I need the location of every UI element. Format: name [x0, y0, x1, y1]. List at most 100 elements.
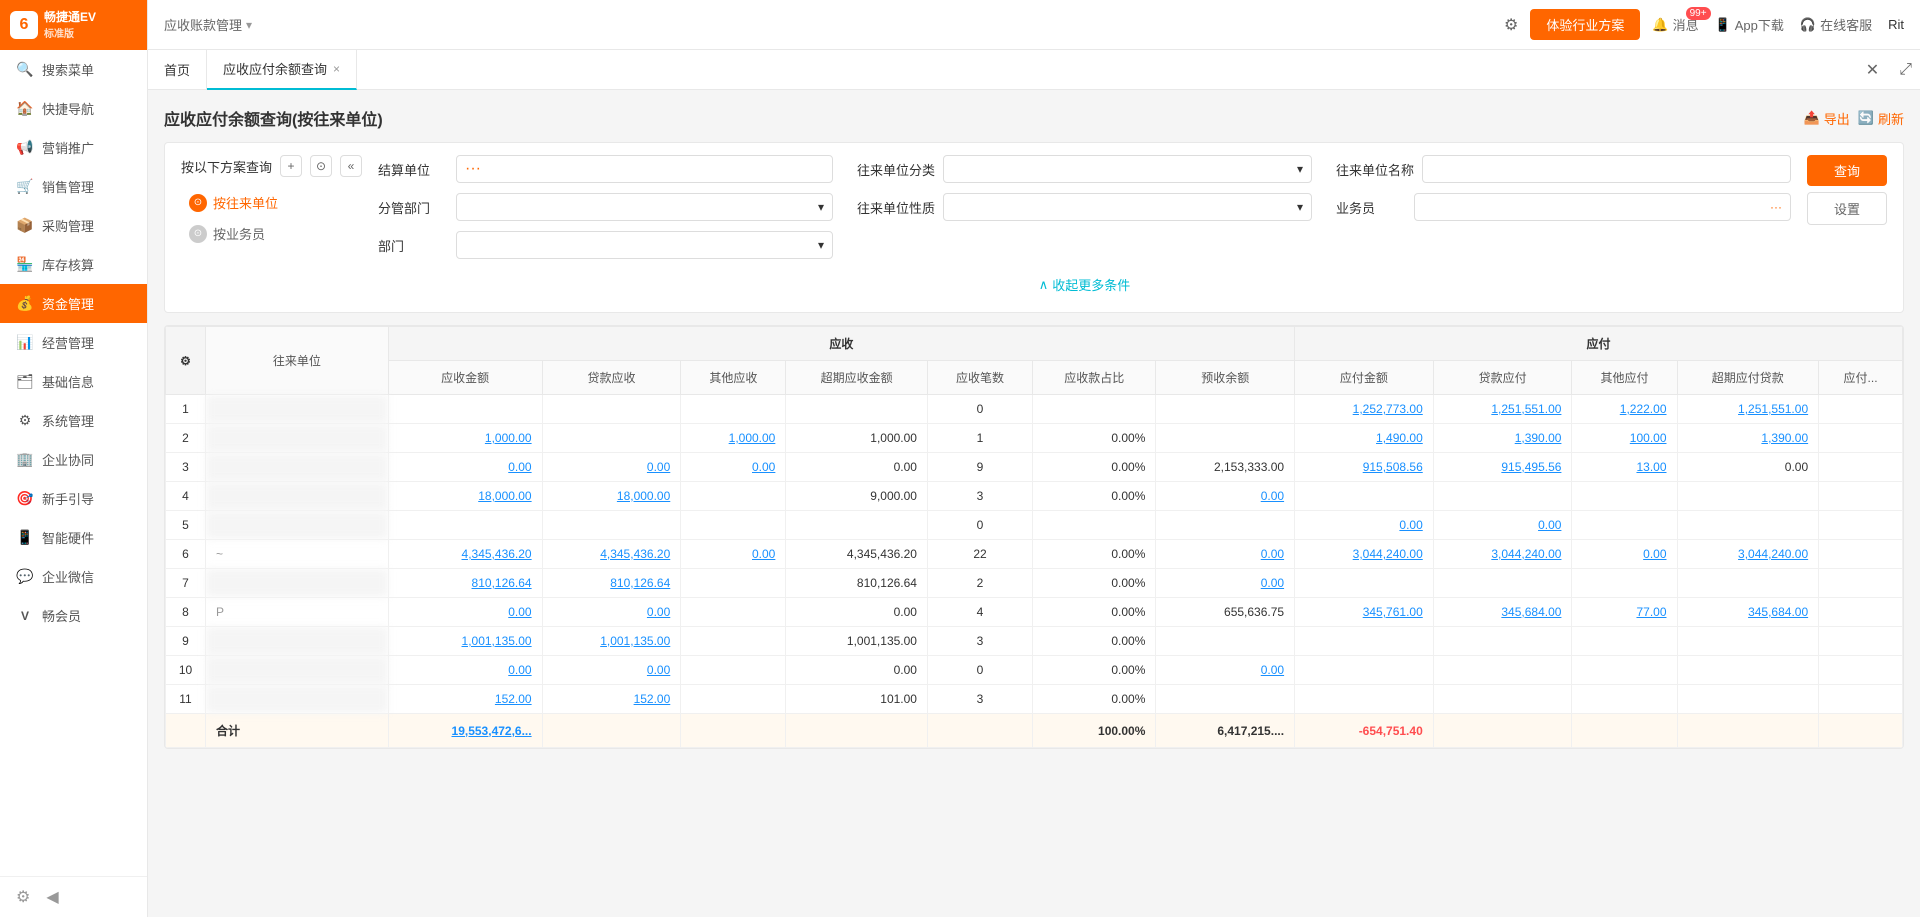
sidebar-item-search[interactable]: 🔍 搜索菜单: [0, 50, 147, 89]
row-other-ap[interactable]: 77.00: [1572, 598, 1677, 627]
close-all-tabs-icon[interactable]: ✕: [1854, 60, 1891, 80]
col-other-ar: 其他应收: [681, 361, 786, 395]
row-other-ap[interactable]: 100.00: [1572, 424, 1677, 453]
row-other-ar[interactable]: 0.00: [681, 540, 786, 569]
sidebar-item-member[interactable]: V 畅会员: [0, 596, 147, 635]
row-ar-amount[interactable]: 0.00: [388, 598, 542, 627]
row-ar-amount[interactable]: 810,126.64: [388, 569, 542, 598]
salesperson-input[interactable]: ···: [1414, 193, 1791, 221]
partner-nature-input[interactable]: ▾: [943, 193, 1312, 221]
row-loan-ap[interactable]: 1,251,551.00: [1433, 395, 1572, 424]
row-other-ap[interactable]: 0.00: [1572, 540, 1677, 569]
export-button[interactable]: 📤 导出: [1804, 109, 1850, 128]
tab-close-icon[interactable]: ×: [333, 62, 340, 76]
row-ar-amount[interactable]: 152.00: [388, 685, 542, 714]
sidebar-item-wechat[interactable]: 💬 企业微信: [0, 557, 147, 596]
partner-category-input[interactable]: ▾: [943, 155, 1312, 183]
row-overdue-ap[interactable]: 3,044,240.00: [1677, 540, 1819, 569]
row-loan-ap[interactable]: 345,684.00: [1433, 598, 1572, 627]
row-ap-amount[interactable]: 0.00: [1295, 511, 1434, 540]
sidebar-item-management[interactable]: 📊 经营管理: [0, 323, 147, 362]
row-advance: 2,153,333.00: [1156, 453, 1295, 482]
sidebar-item-inventory[interactable]: 🏪 库存核算: [0, 245, 147, 284]
row-ar-ratio: 0.00%: [1033, 453, 1156, 482]
sidebar-item-marketing[interactable]: 📢 营销推广: [0, 128, 147, 167]
online-service-button[interactable]: 🎧 在线客服: [1800, 15, 1872, 34]
row-loan-ap[interactable]: 915,495.56: [1433, 453, 1572, 482]
row-advance[interactable]: 0.00: [1156, 569, 1295, 598]
row-loan-ar[interactable]: 152.00: [542, 685, 681, 714]
row-loan-ar[interactable]: 18,000.00: [542, 482, 681, 511]
logo-icon: 6: [10, 11, 38, 39]
row-other-ar[interactable]: 1,000.00: [681, 424, 786, 453]
row-loan-ar[interactable]: 0.00: [542, 656, 681, 685]
sidebar-item-guide[interactable]: 🎯 新手引导: [0, 479, 147, 518]
row-loan-ar[interactable]: 0.00: [542, 598, 681, 627]
footer-ar-total[interactable]: 19,553,472,6...: [388, 714, 542, 748]
row-loan-ap[interactable]: 0.00: [1433, 511, 1572, 540]
row-overdue-ap[interactable]: 1,390.00: [1677, 424, 1819, 453]
row-ar-amount[interactable]: 4,345,436.20: [388, 540, 542, 569]
promo-button[interactable]: 体验行业方案: [1530, 9, 1640, 40]
row-ap-amount[interactable]: 345,761.00: [1295, 598, 1434, 627]
collapse-icon[interactable]: ◀: [46, 887, 58, 907]
branch-dept-input[interactable]: ▾: [456, 193, 833, 221]
settings-icon[interactable]: ⚙: [16, 887, 30, 907]
sidebar-item-quicknav[interactable]: 🏠 快捷导航: [0, 89, 147, 128]
row-ar-amount[interactable]: 0.00: [388, 656, 542, 685]
edit-scheme-button[interactable]: ⊙: [310, 155, 332, 177]
sidebar-item-sales[interactable]: 🛒 销售管理: [0, 167, 147, 206]
sidebar-item-finance[interactable]: 💰 资金管理: [0, 284, 147, 323]
sidebar-item-hardware[interactable]: 📱 智能硬件: [0, 518, 147, 557]
footer-overdue-ar: [786, 714, 928, 748]
user-avatar-button[interactable]: Rit: [1888, 17, 1904, 32]
row-no: 11: [166, 685, 206, 714]
row-loan-ap[interactable]: 1,390.00: [1433, 424, 1572, 453]
dept-input[interactable]: ▾: [456, 231, 833, 259]
tab-ar-ap[interactable]: 应收应付余额查询 ×: [207, 50, 357, 90]
collapse-more-button[interactable]: ∧ 收起更多条件: [378, 269, 1791, 300]
add-scheme-button[interactable]: +: [280, 155, 302, 177]
sidebar-item-basic[interactable]: 🗂 基础信息: [0, 362, 147, 401]
table-settings-icon[interactable]: ⚙: [180, 354, 191, 368]
scheme-by-unit[interactable]: ⊙ 按往来单位: [181, 189, 362, 216]
settings-button[interactable]: 设置: [1807, 192, 1887, 225]
row-advance[interactable]: 0.00: [1156, 540, 1295, 569]
app-download-button[interactable]: 📱 App下载: [1715, 15, 1784, 34]
row-loan-ap[interactable]: 3,044,240.00: [1433, 540, 1572, 569]
partner-name-input[interactable]: [1422, 155, 1791, 183]
expand-tabs-icon[interactable]: ⤢: [1891, 61, 1920, 79]
row-ap-amount[interactable]: 1,252,773.00: [1295, 395, 1434, 424]
row-overdue-ap[interactable]: 345,684.00: [1677, 598, 1819, 627]
row-ar-amount[interactable]: 18,000.00: [388, 482, 542, 511]
row-loan-ap: [1433, 569, 1572, 598]
row-ap-amount[interactable]: 1,490.00: [1295, 424, 1434, 453]
refresh-button[interactable]: 🔄 刷新: [1858, 109, 1904, 128]
row-advance[interactable]: 0.00: [1156, 656, 1295, 685]
tab-home-label: 首页: [164, 60, 190, 79]
row-other-ar[interactable]: 0.00: [681, 453, 786, 482]
more-scheme-button[interactable]: «: [340, 155, 362, 177]
row-loan-ar[interactable]: 0.00: [542, 453, 681, 482]
row-other-ap[interactable]: 13.00: [1572, 453, 1677, 482]
row-ar-amount[interactable]: 1,000.00: [388, 424, 542, 453]
sidebar-item-system[interactable]: ⚙ 系统管理: [0, 401, 147, 440]
query-button[interactable]: 查询: [1807, 155, 1887, 186]
row-loan-ar[interactable]: 810,126.64: [542, 569, 681, 598]
row-loan-ar[interactable]: 1,001,135.00: [542, 627, 681, 656]
notifications-button[interactable]: 🔔 消息 99+: [1652, 15, 1698, 34]
row-ap-amount[interactable]: 3,044,240.00: [1295, 540, 1434, 569]
row-ar-amount[interactable]: 0.00: [388, 453, 542, 482]
row-ap-amount[interactable]: 915,508.56: [1295, 453, 1434, 482]
header-gear-icon[interactable]: ⚙: [1504, 15, 1518, 35]
row-overdue-ap[interactable]: 1,251,551.00: [1677, 395, 1819, 424]
tab-home[interactable]: 首页: [148, 50, 207, 90]
row-advance[interactable]: 0.00: [1156, 482, 1295, 511]
row-loan-ar[interactable]: 4,345,436.20: [542, 540, 681, 569]
sidebar-item-purchase[interactable]: 📦 采购管理: [0, 206, 147, 245]
row-ar-amount[interactable]: 1,001,135.00: [388, 627, 542, 656]
settle-unit-input[interactable]: ···: [456, 155, 833, 183]
row-other-ap[interactable]: 1,222.00: [1572, 395, 1677, 424]
sidebar-item-corp[interactable]: 🏢 企业协同: [0, 440, 147, 479]
scheme-by-staff[interactable]: ⊙ 按业务员: [181, 220, 362, 247]
